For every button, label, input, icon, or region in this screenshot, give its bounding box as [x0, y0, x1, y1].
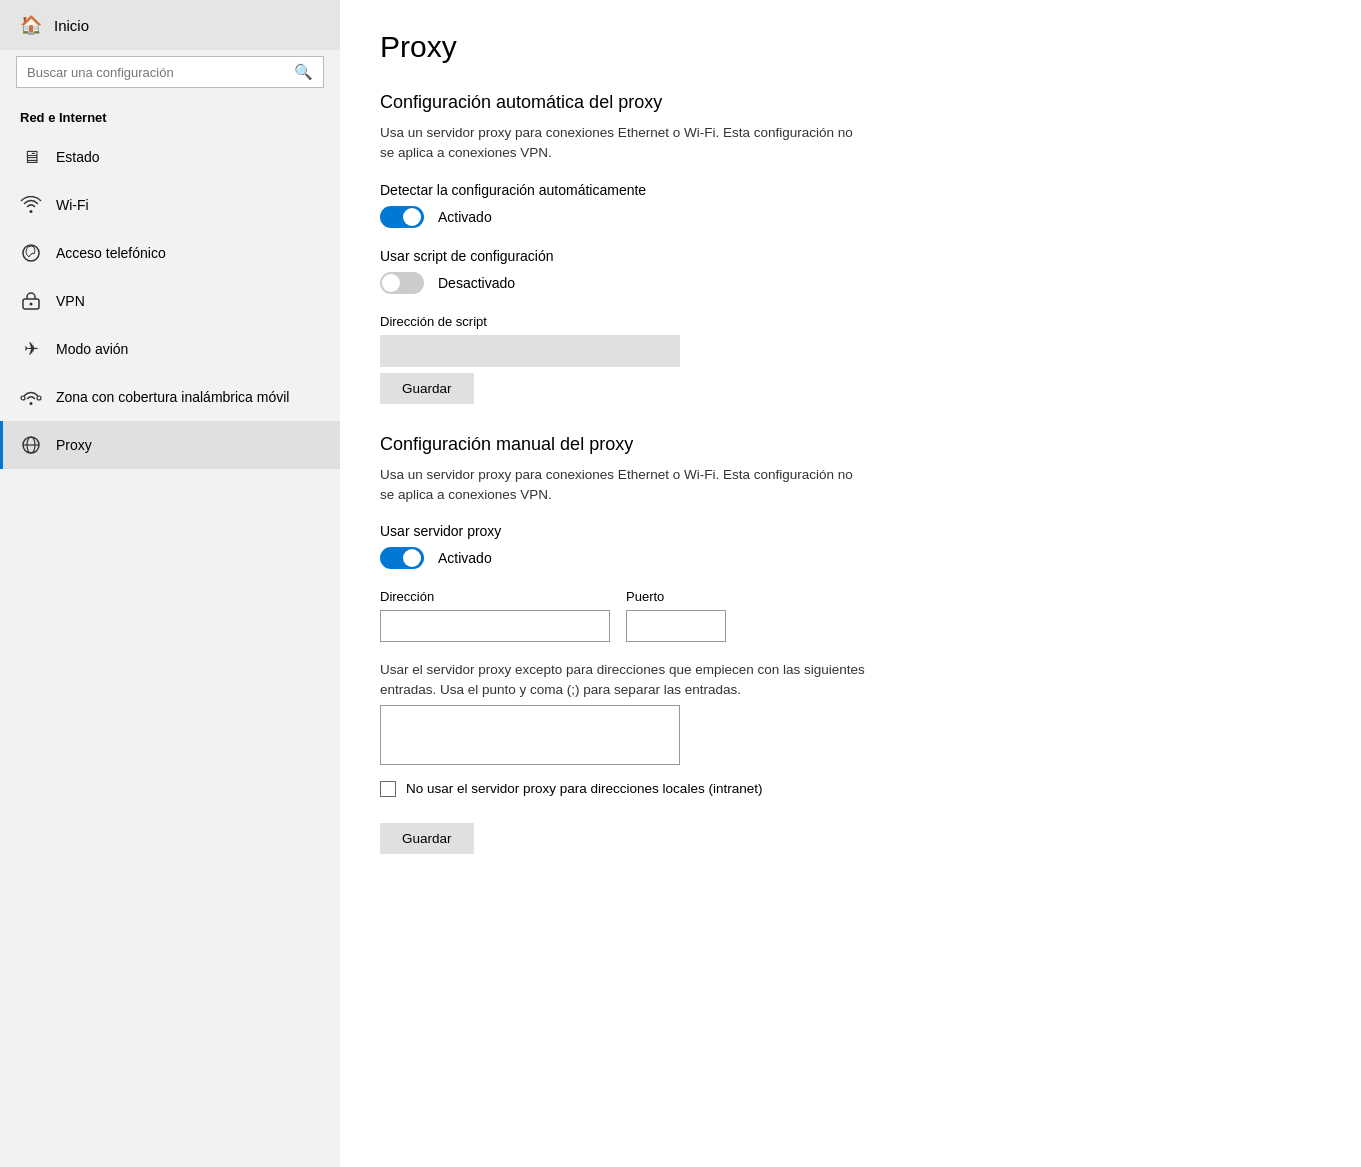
local-intranet-label: No usar el servidor proxy para direccion…: [406, 781, 762, 796]
vpn-label: VPN: [56, 293, 85, 309]
search-input[interactable]: [27, 65, 294, 80]
exceptions-textarea[interactable]: [380, 705, 680, 765]
script-toggle-label: Desactivado: [438, 275, 515, 291]
svg-point-3: [21, 396, 25, 400]
manual-config-save-button[interactable]: Guardar: [380, 823, 474, 854]
proxy-toggle[interactable]: [380, 547, 424, 569]
detect-toggle-label: Activado: [438, 209, 492, 225]
manual-config-description: Usa un servidor proxy para conexiones Et…: [380, 465, 870, 506]
svg-point-0: [23, 245, 39, 261]
estado-label: Estado: [56, 149, 100, 165]
zona-cobertura-icon: [20, 386, 42, 408]
vpn-icon: [20, 290, 42, 312]
script-toggle[interactable]: [380, 272, 424, 294]
port-group: Puerto: [626, 589, 726, 642]
svg-point-4: [37, 396, 41, 400]
detect-label: Detectar la configuración automáticament…: [380, 182, 1301, 198]
address-port-row: Dirección Puerto: [380, 589, 1301, 642]
auto-config-save-button[interactable]: Guardar: [380, 373, 474, 404]
auto-config-description: Usa un servidor proxy para conexiones Et…: [380, 123, 870, 164]
search-box: 🔍: [16, 56, 324, 88]
sidebar-item-inicio[interactable]: 🏠 Inicio: [0, 0, 340, 50]
exceptions-description: Usar el servidor proxy excepto para dire…: [380, 660, 870, 701]
modo-avion-icon: ✈: [20, 338, 42, 360]
inicio-label: Inicio: [54, 17, 89, 34]
auto-config-title: Configuración automática del proxy: [380, 92, 1301, 113]
acceso-telefonico-icon: [20, 242, 42, 264]
address-group: Dirección: [380, 589, 610, 642]
address-input[interactable]: [380, 610, 610, 642]
proxy-toggle-label: Activado: [438, 550, 492, 566]
port-input[interactable]: [626, 610, 726, 642]
proxy-server-label: Usar servidor proxy: [380, 523, 1301, 539]
modo-avion-label: Modo avión: [56, 341, 128, 357]
script-label: Usar script de configuración: [380, 248, 1301, 264]
proxy-label: Proxy: [56, 437, 92, 453]
script-address-label: Dirección de script: [380, 314, 1301, 329]
estado-icon: 🖥: [20, 146, 42, 168]
sidebar-item-estado[interactable]: 🖥 Estado: [0, 133, 340, 181]
wifi-label: Wi-Fi: [56, 197, 89, 213]
sidebar-item-zona-cobertura[interactable]: Zona con cobertura inalámbrica móvil: [0, 373, 340, 421]
sidebar: 🏠 Inicio 🔍 Red e Internet 🖥 Estado Wi-Fi: [0, 0, 340, 1167]
checkbox-row: No usar el servidor proxy para direccion…: [380, 781, 1301, 797]
detect-toggle-row: Activado: [380, 206, 1301, 228]
home-icon: 🏠: [20, 14, 42, 36]
sidebar-item-proxy[interactable]: Proxy: [0, 421, 340, 469]
script-address-input[interactable]: [380, 335, 680, 367]
section-label: Red e Internet: [0, 104, 340, 133]
sidebar-item-wifi[interactable]: Wi-Fi: [0, 181, 340, 229]
proxy-icon: [20, 434, 42, 456]
manual-config-title: Configuración manual del proxy: [380, 434, 1301, 455]
local-intranet-checkbox[interactable]: [380, 781, 396, 797]
sidebar-item-vpn[interactable]: VPN: [0, 277, 340, 325]
sidebar-item-acceso-telefonico[interactable]: Acceso telefónico: [0, 229, 340, 277]
detect-toggle[interactable]: [380, 206, 424, 228]
main-content: Proxy Configuración automática del proxy…: [340, 0, 1361, 1167]
port-label: Puerto: [626, 589, 726, 604]
sidebar-item-modo-avion[interactable]: ✈ Modo avión: [0, 325, 340, 373]
proxy-toggle-row: Activado: [380, 547, 1301, 569]
svg-point-2: [30, 303, 33, 306]
wifi-icon: [20, 194, 42, 216]
search-button[interactable]: 🔍: [294, 63, 313, 81]
acceso-telefonico-label: Acceso telefónico: [56, 245, 166, 261]
page-title: Proxy: [380, 30, 1301, 64]
script-toggle-row: Desactivado: [380, 272, 1301, 294]
zona-cobertura-label: Zona con cobertura inalámbrica móvil: [56, 389, 289, 405]
address-label: Dirección: [380, 589, 610, 604]
